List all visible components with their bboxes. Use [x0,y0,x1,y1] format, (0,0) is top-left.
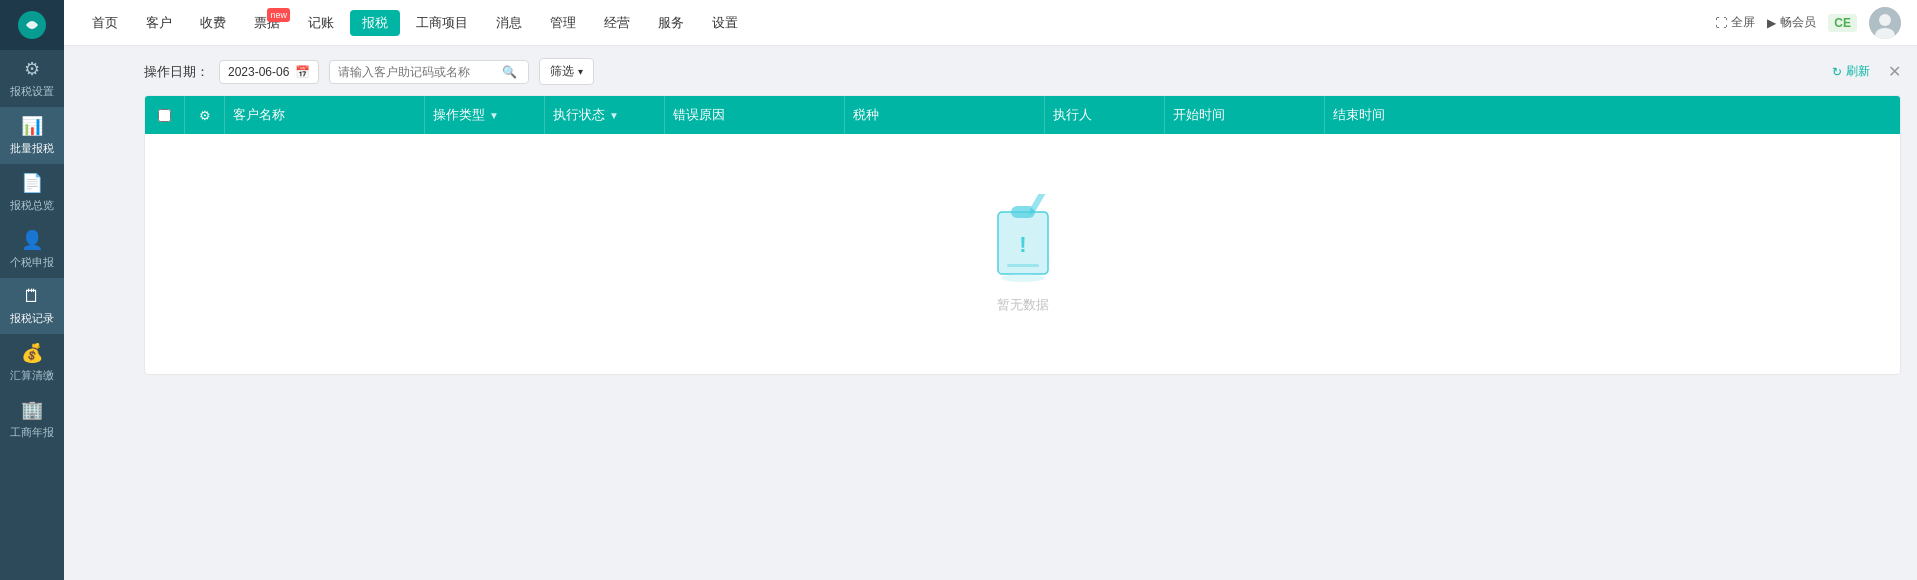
sidebar-item-baoshui-shezhi[interactable]: ⚙ 报税设置 [0,50,64,107]
th-start-time: 开始时间 [1165,96,1325,134]
table-header: ⚙ 客户名称 操作类型 ▼ 执行状态 ▼ 错误原因 税种 [145,96,1900,134]
member-button[interactable]: ▶ 畅会员 [1767,14,1816,31]
empty-state: ! 暂无数据 [145,134,1900,374]
geshuishenbao-icon: 👤 [21,229,43,251]
th-customer-name: 客户名称 [225,96,425,134]
content-area: 操作日期： 2023-06-06 📅 🔍 筛选 ▾ ↻ 刷新 ✕ [128,46,1917,387]
settings-icon: ⚙ [199,108,211,123]
empty-text: 暂无数据 [997,296,1049,314]
svg-point-11 [1001,274,1045,282]
nav-item-gongshang[interactable]: 工商项目 [404,10,480,36]
filter-button[interactable]: 筛选 ▾ [539,58,594,85]
empty-state-icon: ! [983,194,1063,284]
nav-item-piaoju[interactable]: 票据 new [242,10,292,36]
nav-item-baoshui[interactable]: 报税 [350,10,400,36]
th-operation-type[interactable]: 操作类型 ▼ [425,96,545,134]
nav-item-shezhi[interactable]: 设置 [700,10,750,36]
sidebar-logo [0,0,64,50]
date-value: 2023-06-06 [228,65,289,79]
huisuan-jiaona-icon: 💰 [21,342,43,364]
date-input[interactable]: 2023-06-06 📅 [219,60,319,84]
svg-rect-9 [1030,194,1047,211]
fullscreen-icon: ⛶ [1715,16,1727,30]
nav-item-fuwu[interactable]: 服务 [646,10,696,36]
calendar-icon: 📅 [295,65,310,79]
select-all-checkbox[interactable] [158,109,171,122]
nav-items: 首页 客户 收费 票据 new 记账 报税 工商项目 消息 管理 经营 服务 设… [80,10,1715,36]
fullscreen-button[interactable]: ⛶ 全屏 [1715,14,1755,31]
search-icon: 🔍 [502,65,517,79]
th-tax-type: 税种 [845,96,1045,134]
svg-rect-8 [1007,264,1039,267]
sidebar-item-baoshui-zongjian[interactable]: 📄 报税总览 [0,164,64,221]
piliang-baoshui-icon: 📊 [21,115,43,137]
topbar: 首页 客户 收费 票据 new 记账 报税 工商项目 消息 管理 经营 服务 设… [64,0,1917,46]
nav-item-guanli[interactable]: 管理 [538,10,588,36]
th-settings[interactable]: ⚙ [185,96,225,134]
th-executor: 执行人 [1045,96,1165,134]
baoshui-zongjian-icon: 📄 [21,172,43,194]
search-input[interactable] [338,65,498,79]
ce-badge: CE [1828,14,1857,32]
sort-icon-operation-type: ▼ [489,110,499,121]
th-end-time: 结束时间 [1325,96,1485,134]
svg-text:!: ! [1019,232,1026,257]
search-box[interactable]: 🔍 [329,60,529,84]
nav-item-jizhang[interactable]: 记账 [296,10,346,36]
refresh-button[interactable]: ↻ 刷新 [1832,63,1870,80]
refresh-icon: ↻ [1832,65,1842,79]
nav-item-customer[interactable]: 客户 [134,10,184,36]
th-exec-status[interactable]: 执行状态 ▼ [545,96,665,134]
gongshang-nianbao-icon: 🏢 [21,399,43,421]
nav-item-shoufei[interactable]: 收费 [188,10,238,36]
svg-point-2 [1879,14,1891,26]
member-icon: ▶ [1767,16,1776,30]
avatar[interactable] [1869,7,1901,39]
th-error-reason: 错误原因 [665,96,845,134]
topbar-right: ⛶ 全屏 ▶ 畅会员 CE [1715,7,1901,39]
filter-bar: 操作日期： 2023-06-06 📅 🔍 筛选 ▾ ↻ 刷新 ✕ [144,58,1901,85]
sidebar-item-huisuan-jiaona[interactable]: 💰 汇算清缴 [0,334,64,391]
new-badge: new [267,8,290,22]
table-wrapper: ⚙ 客户名称 操作类型 ▼ 执行状态 ▼ 错误原因 税种 [144,95,1901,375]
chevron-down-icon: ▾ [578,66,583,77]
sidebar-item-gongshang-nianbao[interactable]: 🏢 工商年报 [0,391,64,448]
baoshui-shezhi-icon: ⚙ [24,58,40,80]
nav-item-home[interactable]: 首页 [80,10,130,36]
date-label: 操作日期： [144,63,209,81]
sort-icon-exec-status: ▼ [609,110,619,121]
sidebar-item-piliang-baoshui[interactable]: 📊 批量报税 [0,107,64,164]
baoshui-jilu-icon: 🗒 [23,286,41,307]
nav-item-jingying[interactable]: 经营 [592,10,642,36]
th-checkbox[interactable] [145,96,185,134]
main-content: 操作日期： 2023-06-06 📅 🔍 筛选 ▾ ↻ 刷新 ✕ [128,46,1917,580]
sidebar-item-baoshui-jilu[interactable]: 🗒 报税记录 [0,278,64,334]
sidebar: ⚙ 报税设置 📊 批量报税 📄 报税总览 👤 个税申报 🗒 报税记录 💰 汇算清… [0,0,64,580]
sidebar-item-geshuishenbao[interactable]: 👤 个税申报 [0,221,64,278]
close-button[interactable]: ✕ [1888,62,1901,81]
nav-item-xiaoxi[interactable]: 消息 [484,10,534,36]
